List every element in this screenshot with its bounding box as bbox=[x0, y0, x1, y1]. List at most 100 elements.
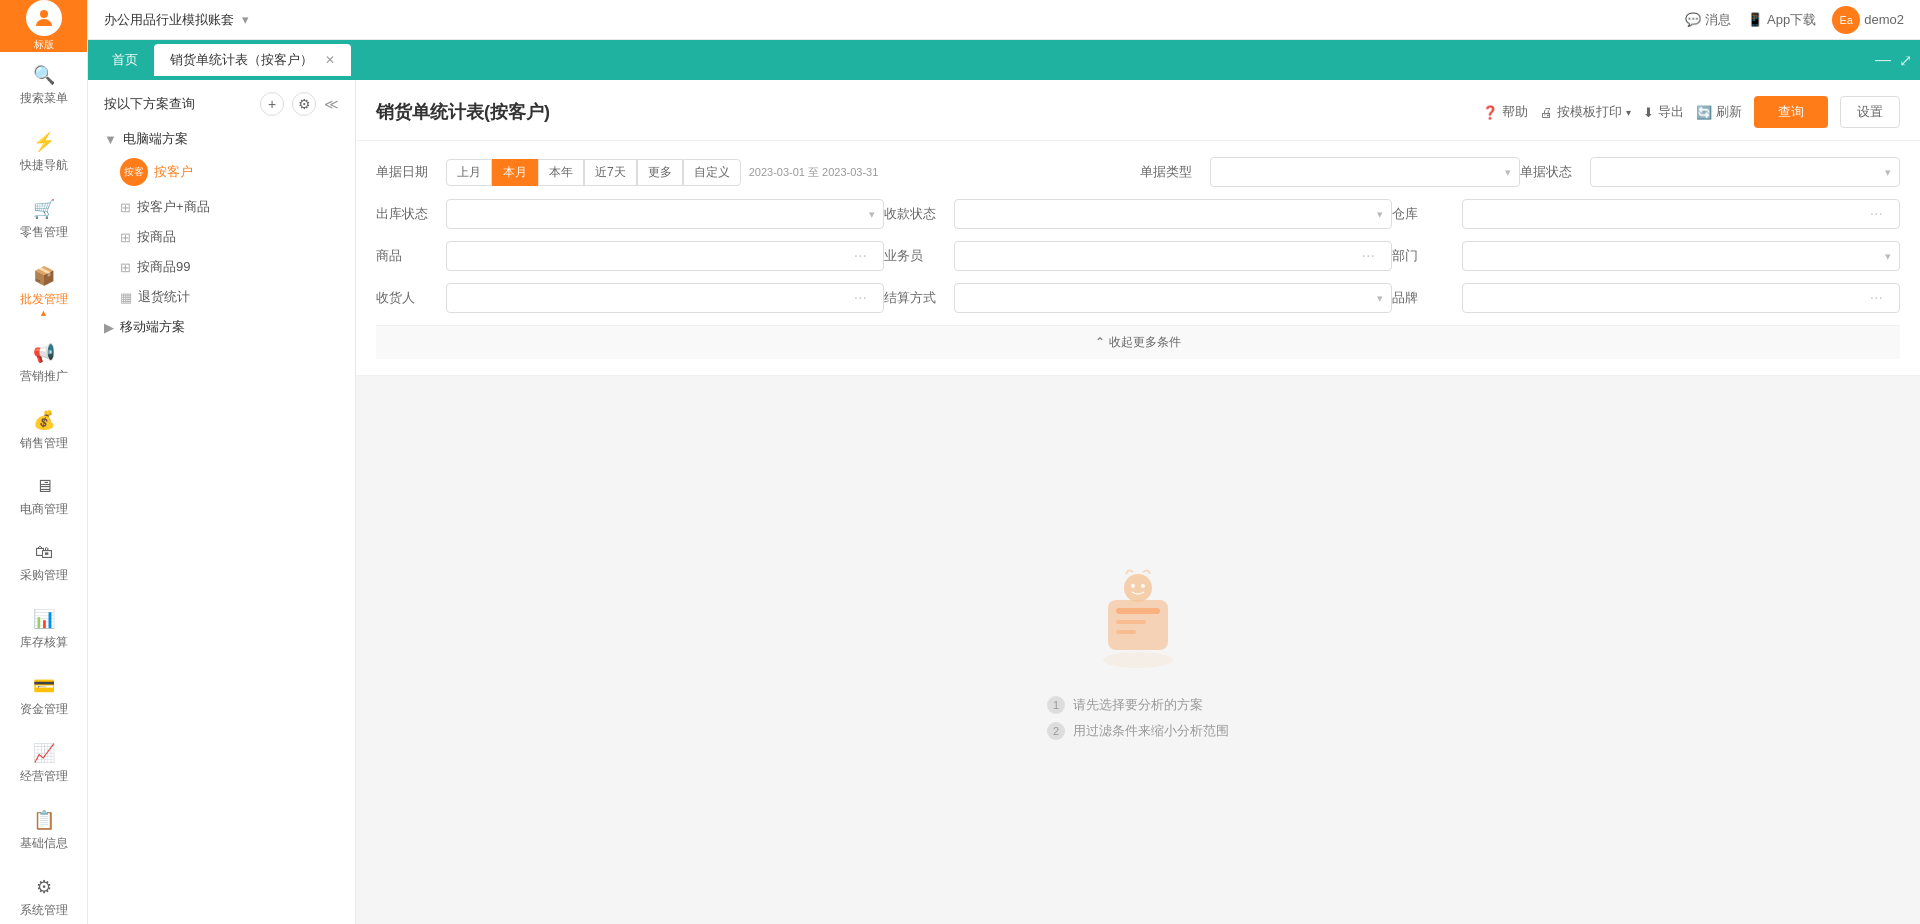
sidebar-item-ecommerce[interactable]: 🖥 电商管理 bbox=[0, 464, 88, 530]
receipt-status-input[interactable]: ▾ bbox=[954, 199, 1392, 229]
tab-close-btn[interactable]: ✕ bbox=[325, 53, 335, 67]
message-btn[interactable]: 💬 消息 bbox=[1685, 11, 1731, 29]
search-icon: 🔍 bbox=[33, 64, 55, 86]
svg-point-0 bbox=[40, 10, 48, 18]
tree-item-by-customer-label: 按客户 bbox=[154, 163, 193, 181]
sidebar-item-finance[interactable]: 💳 资金管理 bbox=[0, 663, 88, 730]
add-scheme-btn[interactable]: + bbox=[260, 92, 284, 116]
warehouse-dots[interactable]: ··· bbox=[1862, 205, 1891, 223]
breadcrumb-arrow[interactable]: ▾ bbox=[242, 12, 249, 27]
sidebar-item-operations[interactable]: 📈 经营管理 bbox=[0, 730, 88, 797]
date-btn-current-year[interactable]: 本年 bbox=[538, 159, 584, 186]
recipient-dots[interactable]: ··· bbox=[846, 289, 875, 307]
sidebar-item-retail[interactable]: 🛒 零售管理 bbox=[0, 186, 88, 253]
sidebar-item-sales[interactable]: 💰 销售管理 bbox=[0, 397, 88, 464]
sidebar-item-search[interactable]: 🔍 搜索菜单 bbox=[0, 52, 88, 119]
tree-item-by-product-99-label: 按商品99 bbox=[137, 258, 190, 276]
right-panel: 销货单统计表(按客户) ❓ 帮助 🖨 按模板打印 ▾ ⬇ 导出 bbox=[356, 80, 1920, 924]
left-panel-header: 按以下方案查询 + ⚙ ≪ bbox=[88, 80, 355, 124]
sidebar-item-label: 基础信息 bbox=[20, 835, 68, 852]
svg-rect-4 bbox=[1116, 620, 1146, 624]
brand-input[interactable]: ··· bbox=[1462, 283, 1900, 313]
tree-group-mobile[interactable]: ▶ 移动端方案 bbox=[88, 312, 355, 340]
template-print-btn[interactable]: 🖨 按模板打印 ▾ bbox=[1540, 103, 1631, 121]
tree-item-by-customer-product-label: 按客户+商品 bbox=[137, 198, 210, 216]
filter-item-settlement: 结算方式 ▾ bbox=[884, 283, 1392, 313]
department-label: 部门 bbox=[1392, 247, 1462, 265]
settlement-input[interactable]: ▾ bbox=[954, 283, 1392, 313]
tree-item-by-product-99[interactable]: ⊞ 按商品99 bbox=[104, 252, 355, 282]
left-panel-actions: + ⚙ ≪ bbox=[260, 92, 339, 116]
tree-item-by-customer[interactable]: 按客 按客户 bbox=[104, 152, 355, 192]
sidebar-item-label: 系统管理 bbox=[20, 902, 68, 919]
product-input[interactable]: ··· bbox=[446, 241, 884, 271]
svg-rect-5 bbox=[1116, 630, 1136, 634]
export-btn[interactable]: ⬇ 导出 bbox=[1643, 103, 1684, 121]
settings-button[interactable]: 设置 bbox=[1840, 96, 1900, 128]
tab-maximize-btn[interactable]: ⤢ bbox=[1899, 51, 1912, 70]
filter-item-product: 商品 ··· bbox=[376, 241, 884, 271]
sidebar-item-base-info[interactable]: 📋 基础信息 bbox=[0, 797, 88, 864]
refresh-label: 刷新 bbox=[1716, 103, 1742, 121]
message-label: 消息 bbox=[1705, 11, 1731, 29]
app-download-btn[interactable]: 📱 App下载 bbox=[1747, 11, 1816, 29]
tab-sales-stats[interactable]: 销货单统计表（按客户） ✕ bbox=[154, 44, 351, 76]
date-btn-last-7-days[interactable]: 近7天 bbox=[584, 159, 637, 186]
filter-item-out-status: 出库状态 ▾ bbox=[376, 199, 884, 229]
settings-scheme-btn[interactable]: ⚙ bbox=[292, 92, 316, 116]
tree-item-return-stats[interactable]: ▦ 退货统计 bbox=[104, 282, 355, 312]
empty-illustration bbox=[1078, 560, 1198, 680]
help-label: 帮助 bbox=[1502, 103, 1528, 121]
salesperson-dots[interactable]: ··· bbox=[1354, 247, 1383, 265]
date-btn-current-month[interactable]: 本月 bbox=[492, 159, 538, 186]
product-dots[interactable]: ··· bbox=[846, 247, 875, 265]
recipient-label: 收货人 bbox=[376, 289, 446, 307]
breadcrumb-text: 办公用品行业模拟账套 bbox=[104, 11, 234, 29]
date-btn-more[interactable]: 更多 bbox=[637, 159, 683, 186]
help-btn[interactable]: ❓ 帮助 bbox=[1482, 103, 1528, 121]
date-btn-last-month[interactable]: 上月 bbox=[446, 159, 492, 186]
out-status-input[interactable]: ▾ bbox=[446, 199, 884, 229]
collapse-label: 收起更多条件 bbox=[1109, 335, 1181, 349]
sidebar-item-wholesale[interactable]: 📦 批发管理 ▲ bbox=[0, 253, 88, 330]
app-download-icon: 📱 bbox=[1747, 12, 1763, 27]
recipient-input[interactable]: ··· bbox=[446, 283, 884, 313]
tree-item-by-product[interactable]: ⊞ 按商品 bbox=[104, 222, 355, 252]
active-scheme-indicator: 按客 bbox=[120, 158, 148, 186]
page-header-actions: ❓ 帮助 🖨 按模板打印 ▾ ⬇ 导出 🔄 刷新 bbox=[1482, 96, 1900, 128]
tip-num-2: 2 bbox=[1047, 722, 1065, 740]
tab-minimize-btn[interactable]: — bbox=[1875, 51, 1891, 69]
sidebar-item-inventory[interactable]: 📊 库存核算 bbox=[0, 596, 88, 663]
sidebar-item-purchase[interactable]: 🛍 采购管理 bbox=[0, 530, 88, 596]
refresh-btn[interactable]: 🔄 刷新 bbox=[1696, 103, 1742, 121]
collapse-panel-btn[interactable]: ≪ bbox=[324, 96, 339, 112]
filter-row-1: 单据日期 上月 本月 本年 近7天 更多 自定义 2023-03-01 至 20… bbox=[376, 157, 1900, 187]
date-btn-custom[interactable]: 自定义 bbox=[683, 159, 741, 186]
content-wrapper: 按以下方案查询 + ⚙ ≪ ▼ 电脑端方案 按客 按客户 bbox=[88, 80, 1920, 924]
warehouse-input[interactable]: ··· bbox=[1462, 199, 1900, 229]
page-title: 销货单统计表(按客户) bbox=[376, 100, 550, 124]
sidebar-item-quick-nav[interactable]: ⚡ 快捷导航 bbox=[0, 119, 88, 186]
department-input[interactable]: ▾ bbox=[1462, 241, 1900, 271]
print-arrow: ▾ bbox=[1626, 107, 1631, 118]
doc-type-input[interactable]: ▾ bbox=[1210, 157, 1520, 187]
salesperson-input[interactable]: ··· bbox=[954, 241, 1392, 271]
sales-icon: 💰 bbox=[33, 409, 55, 431]
brand-dots[interactable]: ··· bbox=[1862, 289, 1891, 307]
date-filter: 上月 本月 本年 近7天 更多 自定义 bbox=[446, 159, 741, 186]
tree-item-by-customer-product[interactable]: ⊞ 按客户+商品 bbox=[104, 192, 355, 222]
doc-status-label: 单据状态 bbox=[1520, 163, 1590, 181]
query-button[interactable]: 查询 bbox=[1754, 96, 1828, 128]
date-label: 单据日期 bbox=[376, 163, 446, 181]
brand-label: 品牌 bbox=[1392, 289, 1462, 307]
tree-group-desktop[interactable]: ▼ 电脑端方案 bbox=[88, 124, 355, 152]
out-status-arrow: ▾ bbox=[869, 208, 875, 221]
sidebar-item-marketing[interactable]: 📢 营销推广 bbox=[0, 330, 88, 397]
svg-point-1 bbox=[1103, 652, 1173, 668]
sidebar-item-system[interactable]: ⚙ 系统管理 bbox=[0, 864, 88, 924]
doc-status-input[interactable]: ▾ bbox=[1590, 157, 1900, 187]
retail-icon: 🛒 bbox=[33, 198, 55, 220]
tab-home[interactable]: 首页 bbox=[96, 44, 154, 76]
collapse-more-section[interactable]: ⌃ 收起更多条件 bbox=[376, 325, 1900, 359]
user-profile[interactable]: Ea demo2 bbox=[1832, 6, 1904, 34]
